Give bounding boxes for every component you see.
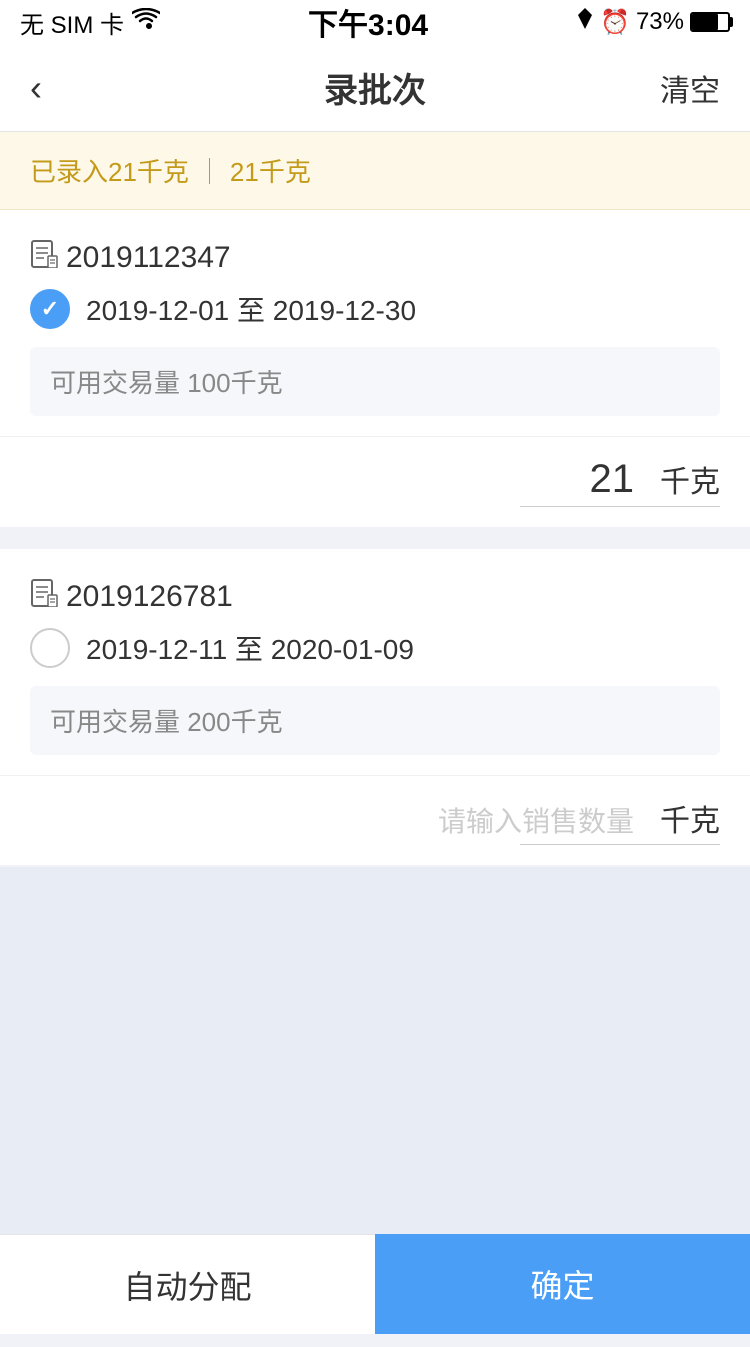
location-icon [576, 7, 594, 38]
batch-id-row-2: 2019126781 [30, 579, 720, 614]
batch-date-row-1[interactable]: ✓ 2019-12-01 至 2019-12-30 [30, 289, 720, 329]
status-bar: 无 SIM 卡 下午3:04 ⏰ 73% [0, 0, 750, 44]
batch-date-2: 2019-12-11 至 2020-01-09 [86, 628, 414, 668]
batch-item-1: 2019112347 ✓ 2019-12-01 至 2019-12-30 可用交… [0, 210, 750, 416]
batch-doc-icon-1 [30, 240, 58, 275]
batch-radio-2[interactable] [30, 628, 70, 668]
battery-percent: 73% [636, 8, 684, 36]
clear-button[interactable]: 清空 [660, 66, 720, 110]
battery-icon [690, 12, 730, 32]
batch-id-1: 2019112347 [66, 241, 231, 275]
batch-radio-1[interactable]: ✓ [30, 289, 70, 329]
batch-date-row-2[interactable]: 2019-12-11 至 2020-01-09 [30, 628, 720, 668]
quantity-placeholder-2: 请输入销售数量 [438, 800, 634, 840]
batch-id-row-1: 2019112347 [30, 240, 720, 275]
alarm-icon: ⏰ [600, 8, 630, 37]
batch-date-1: 2019-12-01 至 2019-12-30 [86, 289, 416, 329]
summary-banner: 已录入21千克 21千克 [0, 132, 750, 210]
section-divider-1 [0, 529, 750, 549]
available-text-2: 可用交易量 200千克 [50, 707, 283, 737]
gray-area [0, 867, 750, 1247]
available-row-2: 可用交易量 200千克 [30, 686, 720, 755]
confirm-button[interactable]: 确定 [375, 1234, 750, 1334]
wifi-icon [132, 8, 160, 37]
bottom-bar: 自动分配 确定 [0, 1234, 750, 1334]
status-right: ⏰ 73% [576, 7, 730, 38]
nav-bar: ‹ 录批次 清空 [0, 44, 750, 132]
batch-card-1: 2019112347 ✓ 2019-12-01 至 2019-12-30 可用交… [0, 210, 750, 527]
status-time: 下午3:04 [308, 0, 428, 44]
summary-value: 21千克 [230, 152, 311, 189]
batch-card-2: 2019126781 2019-12-11 至 2020-01-09 可用交易量… [0, 549, 750, 865]
check-icon-1: ✓ [41, 296, 59, 322]
status-left: 无 SIM 卡 [20, 5, 160, 40]
quantity-unit-2: 千克 [660, 796, 720, 840]
summary-divider [209, 158, 210, 184]
available-text-1: 可用交易量 100千克 [50, 368, 283, 398]
batch-id-2: 2019126781 [66, 580, 233, 614]
carrier-text: 无 SIM 卡 [20, 5, 124, 40]
quantity-row-2[interactable]: 请输入销售数量 千克 [0, 775, 750, 865]
auto-distribute-button[interactable]: 自动分配 [0, 1234, 375, 1334]
quantity-value-1: 21 [590, 457, 635, 502]
quantity-unit-1: 千克 [660, 457, 720, 501]
quantity-separator-1 [520, 506, 720, 507]
quantity-separator-2 [520, 844, 720, 845]
summary-label: 已录入21千克 [30, 152, 189, 189]
available-row-1: 可用交易量 100千克 [30, 347, 720, 416]
batch-item-2: 2019126781 2019-12-11 至 2020-01-09 可用交易量… [0, 549, 750, 755]
quantity-row-1: 21 千克 [0, 436, 750, 527]
batch-doc-icon-2 [30, 579, 58, 614]
back-button[interactable]: ‹ [30, 67, 90, 109]
page-title: 录批次 [324, 63, 426, 112]
